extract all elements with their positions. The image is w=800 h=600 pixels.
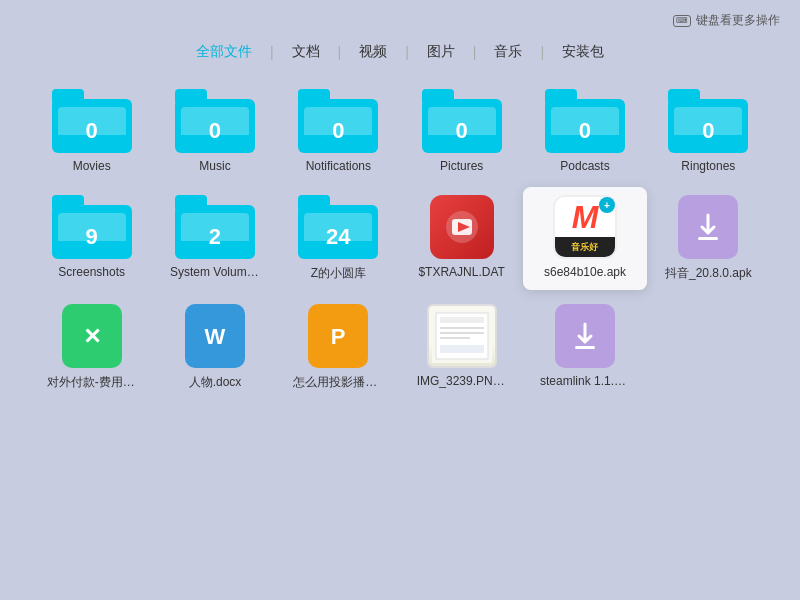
top-bar: ⌨ 键盘看更多操作 — [0, 0, 800, 35]
folder-ringtones[interactable]: 0 Ringtones — [647, 81, 770, 181]
svg-text:W: W — [205, 324, 226, 349]
keyboard-icon: ⌨ — [673, 15, 691, 27]
music-apk-letter: M — [572, 199, 599, 236]
folder-movies[interactable]: 0 Movies — [30, 81, 153, 181]
folder-icon-movies: 0 — [52, 89, 132, 153]
svg-text:✕: ✕ — [83, 324, 101, 349]
folder-icon-pictures: 0 — [422, 89, 502, 153]
folder-pictures[interactable]: 0 Pictures — [400, 81, 523, 181]
folder-icon-music: 0 — [175, 89, 255, 153]
file-steamlink[interactable]: steamlink 1.1.80.a... — [523, 296, 646, 399]
filter-apk[interactable]: 安装包 — [544, 39, 622, 65]
svg-text:P: P — [331, 324, 346, 349]
file-label-music-apk: s6e84b10e.apk — [544, 265, 626, 279]
music-apk-container: M 音乐好 + — [553, 195, 617, 259]
filter-bar: 全部文件 | 文档 | 视频 | 图片 | 音乐 | 安装包 — [0, 35, 800, 81]
folder-podcasts[interactable]: 0 Podcasts — [523, 81, 646, 181]
file-txrajnl[interactable]: $TXRAJNL.DAT — [400, 187, 523, 290]
excel-icon: ✕ — [62, 304, 122, 368]
file-label-img: IMG_3239.PNG.JP... — [417, 374, 507, 388]
folder-label-ringtones: Ringtones — [681, 159, 735, 173]
folder-label-system-volume: System Volume In... — [170, 265, 260, 279]
file-empty — [647, 296, 770, 399]
ppt-icon: P — [308, 304, 368, 368]
apk-badge: + — [599, 197, 615, 213]
file-grid-row2: 9 Screenshots 2 System Volume In... 24 Z… — [0, 187, 800, 290]
file-img[interactable]: IMG_3239.PNG.JP... — [400, 296, 523, 399]
folder-label-music: Music — [199, 159, 230, 173]
folder-system-volume[interactable]: 2 System Volume In... — [153, 187, 276, 290]
folder-music[interactable]: 0 Music — [153, 81, 276, 181]
file-music-apk[interactable]: M 音乐好 + s6e84b10e.apk — [523, 187, 646, 290]
douyin-apk-icon — [678, 195, 738, 259]
svg-rect-3 — [698, 237, 718, 240]
file-ppt[interactable]: P 怎么用投影播放P... — [277, 296, 400, 399]
folder-icon-ringtones: 0 — [668, 89, 748, 153]
folder-icon-z-library: 24 — [298, 195, 378, 259]
folder-label-notifications: Notifications — [306, 159, 371, 173]
folder-label-movies: Movies — [73, 159, 111, 173]
folder-label-screenshots: Screenshots — [58, 265, 125, 279]
filter-image[interactable]: 图片 — [409, 39, 473, 65]
folder-icon-screenshots: 9 — [52, 195, 132, 259]
filter-all[interactable]: 全部文件 — [178, 39, 270, 65]
filter-docs[interactable]: 文档 — [274, 39, 338, 65]
folder-screenshots[interactable]: 9 Screenshots — [30, 187, 153, 290]
file-grid-row3: ✕ 对外付款-费用报... W 人物.docx P 怎么用投影播放P... — [0, 296, 800, 399]
word-icon: W — [185, 304, 245, 368]
folder-notifications[interactable]: 0 Notifications — [277, 81, 400, 181]
file-label-douyin-apk: 抖音_20.8.0.apk — [665, 265, 752, 282]
svg-rect-13 — [440, 345, 484, 353]
steamlink-icon — [555, 304, 615, 368]
folder-label-z-library: Z的小圆库 — [311, 265, 366, 282]
folder-label-pictures: Pictures — [440, 159, 483, 173]
plus-icon: + — [604, 200, 610, 211]
file-label-excel: 对外付款-费用报... — [47, 374, 137, 391]
video-apk-icon — [430, 195, 494, 259]
filter-music[interactable]: 音乐 — [476, 39, 540, 65]
file-grid-row1: 0 Movies 0 Music 0 Notifications — [0, 81, 800, 181]
file-word[interactable]: W 人物.docx — [153, 296, 276, 399]
svg-rect-10 — [440, 327, 484, 329]
file-douyin-apk[interactable]: 抖音_20.8.0.apk — [647, 187, 770, 290]
keyboard-hint: ⌨ 键盘看更多操作 — [673, 12, 780, 29]
folder-label-podcasts: Podcasts — [560, 159, 609, 173]
folder-icon-system-volume: 2 — [175, 195, 255, 259]
img-preview — [429, 306, 495, 366]
music-apk-tagline: 音乐好 — [571, 241, 598, 254]
svg-rect-12 — [440, 337, 470, 339]
file-label-txrajnl: $TXRAJNL.DAT — [418, 265, 504, 279]
folder-icon-notifications: 0 — [298, 89, 378, 153]
folder-z-library[interactable]: 24 Z的小圆库 — [277, 187, 400, 290]
file-excel[interactable]: ✕ 对外付款-费用报... — [30, 296, 153, 399]
file-label-word: 人物.docx — [189, 374, 242, 391]
filter-video[interactable]: 视频 — [341, 39, 405, 65]
svg-rect-11 — [440, 332, 484, 334]
keyboard-hint-text: 键盘看更多操作 — [696, 12, 780, 29]
svg-rect-9 — [440, 317, 484, 323]
svg-rect-14 — [575, 346, 595, 349]
file-label-steamlink: steamlink 1.1.80.a... — [540, 374, 630, 388]
img-file-icon — [427, 304, 497, 368]
file-label-ppt: 怎么用投影播放P... — [293, 374, 383, 391]
folder-icon-podcasts: 0 — [545, 89, 625, 153]
